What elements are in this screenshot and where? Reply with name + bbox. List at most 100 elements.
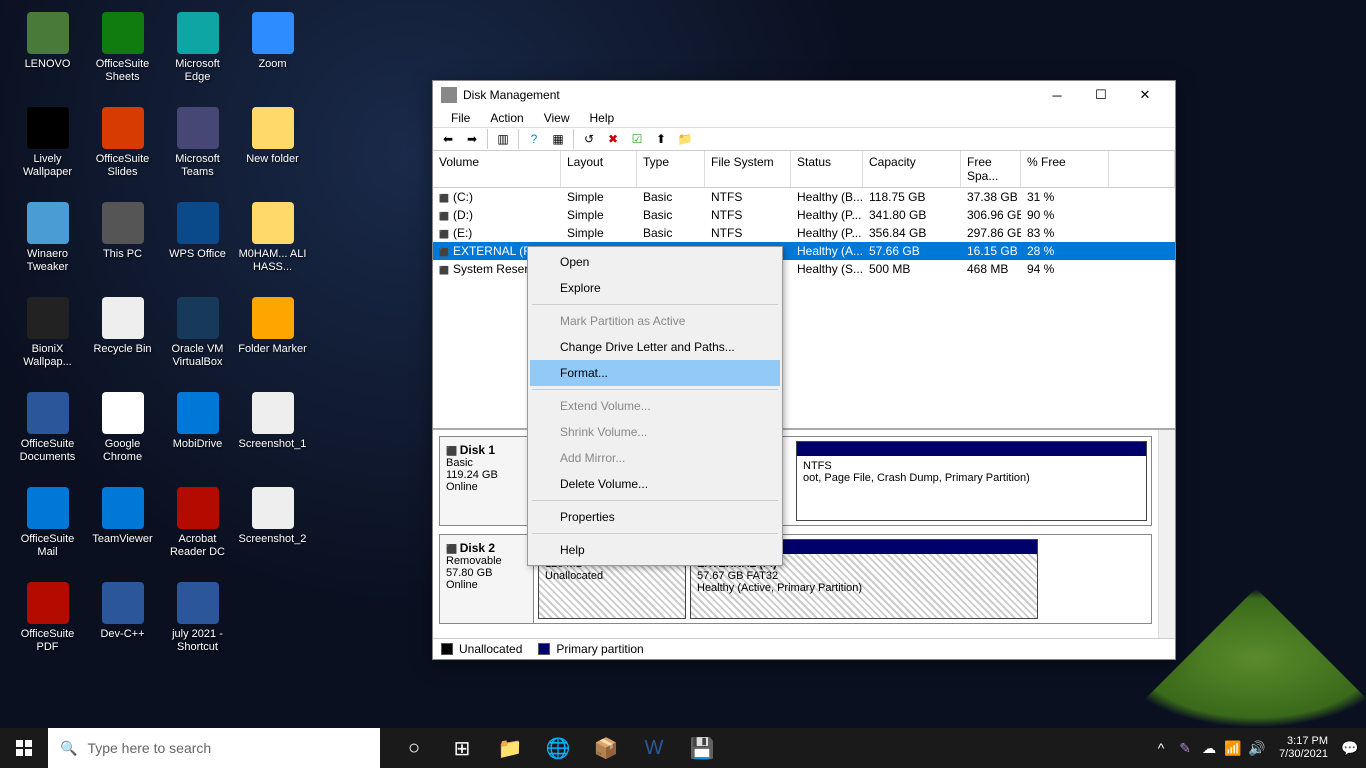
icon-label: OfficeSuite Mail xyxy=(12,533,83,559)
tray-volume-icon[interactable]: 🔊 xyxy=(1247,728,1267,768)
desktop-icon[interactable]: Folder Marker xyxy=(235,295,310,390)
clock-time: 3:17 PM xyxy=(1279,735,1328,748)
icon-label: july 2021 - Shortcut xyxy=(162,628,233,654)
desktop-icon[interactable]: OfficeSuite Sheets xyxy=(85,10,160,105)
desktop-icon[interactable]: New folder xyxy=(235,105,310,200)
app-icon xyxy=(102,12,144,54)
task-view-icon[interactable]: ⊞ xyxy=(438,728,486,768)
desktop-icon[interactable]: BioniX Wallpap... xyxy=(10,295,85,390)
context-menu-item[interactable]: Delete Volume... xyxy=(530,471,780,497)
back-button[interactable]: ⬅ xyxy=(437,128,459,150)
taskbar-clock[interactable]: 3:17 PM 7/30/2021 xyxy=(1271,735,1336,761)
context-menu-item[interactable]: Properties xyxy=(530,504,780,530)
legend-label: Unallocated xyxy=(459,642,522,656)
cortana-icon[interactable]: ○ xyxy=(390,728,438,768)
desktop-icon[interactable]: Screenshot_1 xyxy=(235,390,310,485)
legend-label: Primary partition xyxy=(556,642,643,656)
partition[interactable]: NTFSoot, Page File, Crash Dump, Primary … xyxy=(796,441,1147,521)
menu-item[interactable]: Help xyxy=(580,109,625,127)
desktop-icon[interactable]: WPS Office xyxy=(160,200,235,295)
desktop-icon[interactable]: Screenshot_2 xyxy=(235,485,310,580)
desktop-icon[interactable]: Lively Wallpaper xyxy=(10,105,85,200)
search-placeholder: Type here to search xyxy=(87,740,211,756)
context-menu-item[interactable]: Open xyxy=(530,249,780,275)
column-header[interactable]: Volume xyxy=(433,151,561,187)
column-header[interactable]: % Free xyxy=(1021,151,1109,187)
menu-item[interactable]: File xyxy=(441,109,480,127)
show-hide-button[interactable]: ▥ xyxy=(492,128,514,150)
maximize-button[interactable]: ☐ xyxy=(1079,81,1123,109)
help-icon[interactable]: ? xyxy=(523,128,545,150)
chrome-icon[interactable]: 🌐 xyxy=(534,728,582,768)
tray-app1-icon[interactable]: ✎ xyxy=(1175,728,1195,768)
app-icon xyxy=(27,202,69,244)
disk-info[interactable]: Disk 1Basic119.24 GBOnline xyxy=(440,437,534,525)
icon-label: Screenshot_1 xyxy=(239,438,307,451)
action1-icon[interactable]: ⬆ xyxy=(650,128,672,150)
desktop-icon[interactable]: Acrobat Reader DC xyxy=(160,485,235,580)
desktop-icon[interactable]: Winaero Tweaker xyxy=(10,200,85,295)
desktop-icon[interactable]: OfficeSuite Mail xyxy=(10,485,85,580)
desktop-icon[interactable]: TeamViewer xyxy=(85,485,160,580)
column-header[interactable]: Status xyxy=(791,151,863,187)
legend-swatch xyxy=(538,643,550,655)
diskmgmt-task-icon[interactable]: 💾 xyxy=(678,728,726,768)
volume-row[interactable]: (C:)SimpleBasicNTFSHealthy (B...118.75 G… xyxy=(433,188,1175,206)
context-menu-item[interactable]: Help xyxy=(530,537,780,563)
scrollbar[interactable] xyxy=(1158,430,1175,638)
column-header[interactable]: Capacity xyxy=(863,151,961,187)
context-menu-item[interactable]: Explore xyxy=(530,275,780,301)
tray-chevron-icon[interactable]: ^ xyxy=(1151,728,1171,768)
notifications-icon[interactable]: 💬 xyxy=(1340,728,1360,768)
disk-info[interactable]: Disk 2Removable57.80 GBOnline xyxy=(440,535,534,623)
desktop-icon[interactable]: LENOVO xyxy=(10,10,85,105)
close-button[interactable]: ✕ xyxy=(1123,81,1167,109)
column-header[interactable]: Free Spa... xyxy=(961,151,1021,187)
desktop-icon[interactable]: Zoom xyxy=(235,10,310,105)
column-header[interactable]: Layout xyxy=(561,151,637,187)
desktop-icon[interactable]: OfficeSuite Slides xyxy=(85,105,160,200)
search-icon: 🔍 xyxy=(60,740,77,757)
desktop-icon[interactable]: july 2021 - Shortcut xyxy=(160,580,235,675)
volume-row[interactable]: (D:)SimpleBasicNTFSHealthy (P...341.80 G… xyxy=(433,206,1175,224)
app-icon xyxy=(252,297,294,339)
app-icon xyxy=(27,487,69,529)
tray-wifi-icon[interactable]: 📶 xyxy=(1223,728,1243,768)
forward-button[interactable]: ➡ xyxy=(461,128,483,150)
virtualbox-icon[interactable]: 📦 xyxy=(582,728,630,768)
desktop-icon[interactable]: OfficeSuite PDF xyxy=(10,580,85,675)
window-titlebar[interactable]: Disk Management ─ ☐ ✕ xyxy=(433,81,1175,109)
app-icon xyxy=(252,12,294,54)
desktop-icon[interactable]: Microsoft Edge xyxy=(160,10,235,105)
settings-icon[interactable]: ▦ xyxy=(547,128,569,150)
action2-icon[interactable]: 📁 xyxy=(674,128,696,150)
menu-item[interactable]: View xyxy=(534,109,580,127)
desktop-icon[interactable]: This PC xyxy=(85,200,160,295)
desktop-icon[interactable]: MobiDrive xyxy=(160,390,235,485)
menu-item[interactable]: Action xyxy=(480,109,533,127)
volume-row[interactable]: (E:)SimpleBasicNTFSHealthy (P...356.84 G… xyxy=(433,224,1175,242)
column-header[interactable]: Type xyxy=(637,151,705,187)
desktop-icon[interactable]: Recycle Bin xyxy=(85,295,160,390)
desktop-icon[interactable]: M0HAM... ALI HASS... xyxy=(235,200,310,295)
context-menu-item[interactable]: Format... xyxy=(530,360,780,386)
icon-label: Google Chrome xyxy=(87,438,158,464)
delete-icon[interactable]: ✖ xyxy=(602,128,624,150)
app-icon xyxy=(177,297,219,339)
properties-icon[interactable]: ☑ xyxy=(626,128,648,150)
minimize-button[interactable]: ─ xyxy=(1035,81,1079,109)
taskbar-search[interactable]: 🔍 Type here to search xyxy=(48,728,380,768)
desktop-icon[interactable]: Microsoft Teams xyxy=(160,105,235,200)
desktop-icon[interactable]: Google Chrome xyxy=(85,390,160,485)
column-header[interactable]: File System xyxy=(705,151,791,187)
explorer-icon[interactable]: 📁 xyxy=(486,728,534,768)
tray-cloud-icon[interactable]: ☁ xyxy=(1199,728,1219,768)
refresh-icon[interactable]: ↺ xyxy=(578,128,600,150)
icon-label: M0HAM... ALI HASS... xyxy=(237,248,308,274)
desktop-icon[interactable]: Oracle VM VirtualBox xyxy=(160,295,235,390)
desktop-icon[interactable]: Dev-C++ xyxy=(85,580,160,675)
start-button[interactable] xyxy=(0,728,48,768)
word-icon[interactable]: W xyxy=(630,728,678,768)
context-menu-item[interactable]: Change Drive Letter and Paths... xyxy=(530,334,780,360)
desktop-icon[interactable]: OfficeSuite Documents xyxy=(10,390,85,485)
